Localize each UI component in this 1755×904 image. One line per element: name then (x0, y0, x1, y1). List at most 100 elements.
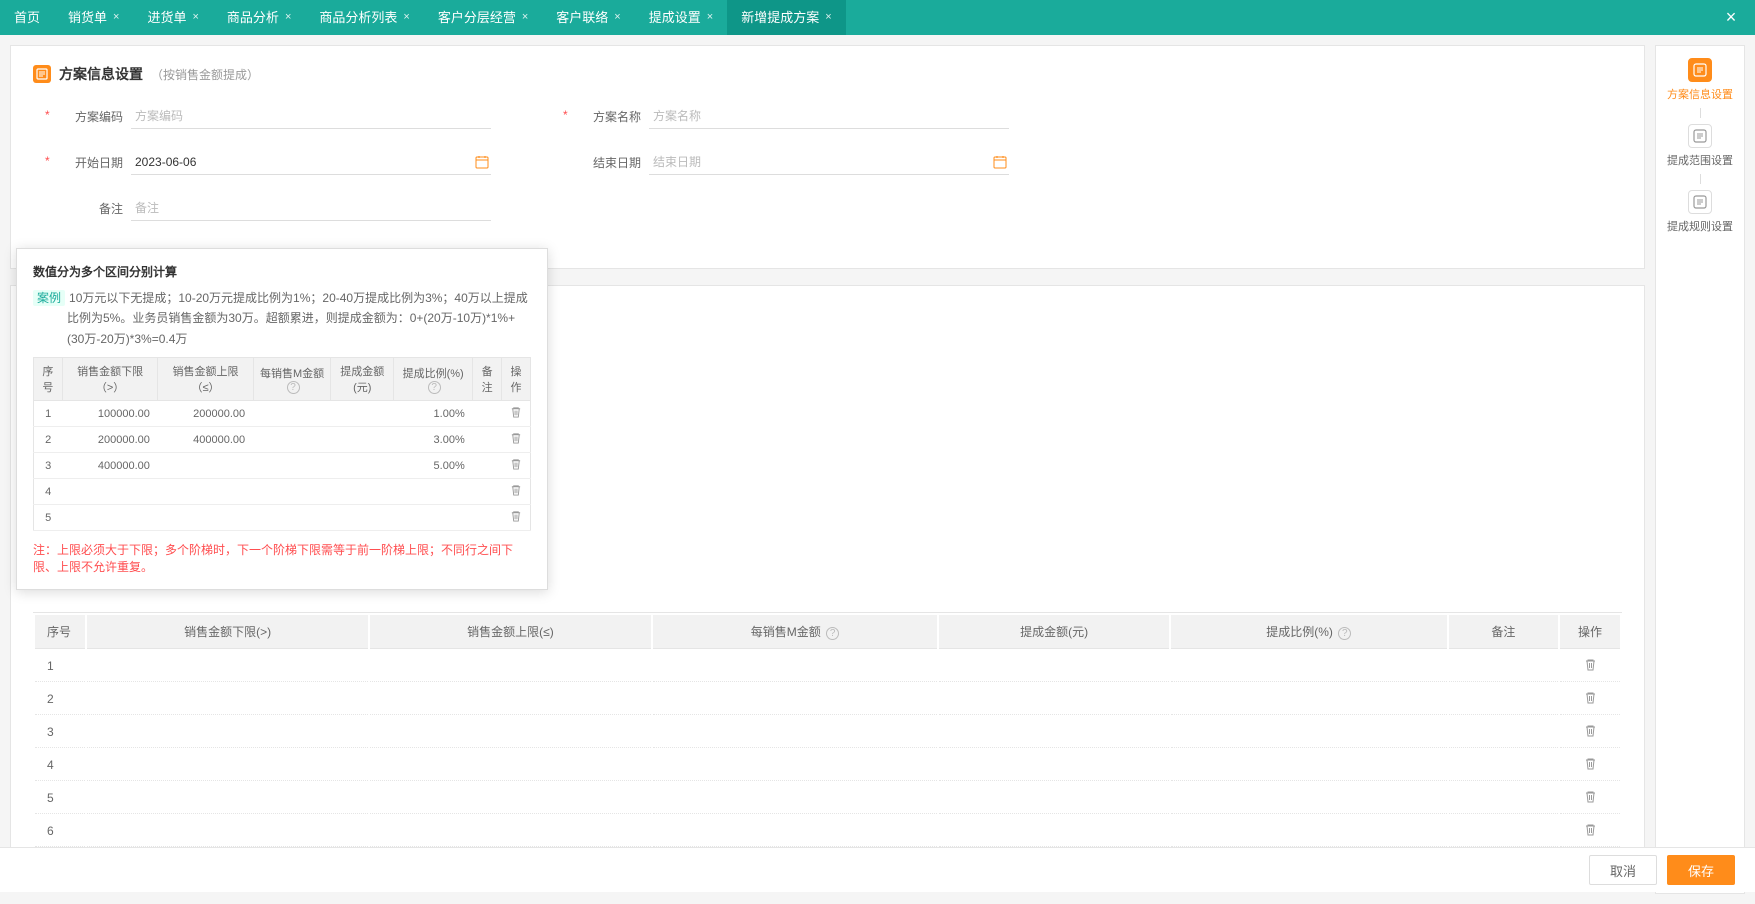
cell: 200000.00 (158, 401, 253, 427)
cell-seq: 2 (35, 684, 85, 715)
trash-icon[interactable] (510, 432, 522, 444)
cell[interactable] (939, 816, 1168, 847)
tab-新增提成方案[interactable]: 新增提成方案× (727, 0, 845, 35)
cell: 2 (34, 427, 63, 453)
cell[interactable] (939, 717, 1168, 748)
tab-商品分析[interactable]: 商品分析× (213, 0, 305, 35)
close-icon[interactable]: × (707, 0, 713, 35)
close-icon[interactable]: × (614, 0, 620, 35)
save-button[interactable]: 保存 (1667, 855, 1735, 885)
cell[interactable] (939, 684, 1168, 715)
commission-tiers-table: 序号销售金额下限(>)销售金额上限(≤)每销售M金额 ?提成金额(元)提成比例(… (33, 612, 1622, 849)
code-input[interactable] (131, 103, 491, 129)
cell[interactable] (939, 651, 1168, 682)
tab-客户分层经营[interactable]: 客户分层经营× (424, 0, 542, 35)
table-header: 每销售M金额 ? (653, 615, 938, 649)
cell (473, 401, 502, 427)
table-header: 操作 (502, 358, 531, 401)
calendar-icon[interactable] (475, 155, 489, 169)
trash-icon[interactable] (1584, 724, 1597, 737)
tab-提成设置[interactable]: 提成设置× (635, 0, 727, 35)
table-header: 销售金额下限(>) (87, 615, 368, 649)
cell: 200000.00 (62, 427, 158, 453)
start-date-input[interactable] (131, 149, 491, 175)
close-icon[interactable]: × (285, 0, 291, 35)
cell-seq: 3 (35, 717, 85, 748)
close-icon[interactable]: × (825, 0, 831, 35)
cell[interactable] (1449, 783, 1558, 814)
trash-icon[interactable] (1584, 757, 1597, 770)
calendar-icon[interactable] (993, 155, 1007, 169)
step-nav-item[interactable]: 提成范围设置 (1663, 122, 1737, 170)
trash-icon[interactable] (1584, 790, 1597, 803)
close-icon[interactable]: × (113, 0, 119, 35)
cell[interactable] (1449, 684, 1558, 715)
close-all-tabs-button[interactable]: × (1717, 0, 1745, 35)
cell[interactable] (1171, 684, 1447, 715)
cell[interactable] (1171, 651, 1447, 682)
cell[interactable] (1171, 783, 1447, 814)
step-nav-item[interactable]: 方案信息设置 (1663, 56, 1737, 104)
trash-icon[interactable] (510, 484, 522, 496)
cell[interactable] (653, 783, 938, 814)
cell[interactable] (1171, 717, 1447, 748)
cell[interactable] (370, 717, 650, 748)
close-icon[interactable]: × (522, 0, 528, 35)
cell[interactable] (87, 783, 368, 814)
table-row[interactable]: 1 (35, 651, 1620, 682)
tab-进货单[interactable]: 进货单× (133, 0, 212, 35)
cell[interactable] (653, 750, 938, 781)
cell[interactable] (939, 750, 1168, 781)
cell[interactable] (1449, 651, 1558, 682)
table-row[interactable]: 6 (35, 816, 1620, 847)
trash-icon[interactable] (510, 458, 522, 470)
tab-销货单[interactable]: 销货单× (54, 0, 133, 35)
table-row[interactable]: 2 (35, 684, 1620, 715)
tooltip-note: 注：上限必须大于下限；多个阶梯时，下一个阶梯下限需等于前一阶梯上限；不同行之间下… (33, 541, 531, 575)
cell[interactable] (370, 684, 650, 715)
cell[interactable] (370, 651, 650, 682)
close-icon[interactable]: × (192, 0, 198, 35)
trash-icon[interactable] (1584, 691, 1597, 704)
cell[interactable] (87, 750, 368, 781)
trash-icon[interactable] (510, 510, 522, 522)
table-row[interactable]: 4 (35, 750, 1620, 781)
step-nav-item[interactable]: 提成规则设置 (1663, 188, 1737, 236)
tooltip-description: 10万元以下无提成；10-20万元提成比例为1%；20-40万提成比例为3%；4… (67, 291, 528, 346)
cell[interactable] (1449, 717, 1558, 748)
help-icon[interactable]: ? (826, 627, 839, 640)
tab-客户联络[interactable]: 客户联络× (542, 0, 634, 35)
cell[interactable] (87, 651, 368, 682)
step-connector (1700, 174, 1701, 184)
table-row[interactable]: 3 (35, 717, 1620, 748)
cancel-button[interactable]: 取消 (1589, 855, 1657, 885)
cell[interactable] (1171, 816, 1447, 847)
trash-icon[interactable] (1584, 658, 1597, 671)
close-icon[interactable]: × (403, 0, 409, 35)
table-row[interactable]: 5 (35, 783, 1620, 814)
cell[interactable] (87, 684, 368, 715)
cell[interactable] (87, 816, 368, 847)
cell (253, 453, 331, 479)
tab-首页[interactable]: 首页 (0, 0, 54, 35)
cell[interactable] (653, 684, 938, 715)
remark-input[interactable] (131, 195, 491, 221)
help-icon[interactable]: ? (1338, 627, 1351, 640)
trash-icon[interactable] (1584, 823, 1597, 836)
name-input[interactable] (649, 103, 1009, 129)
cell[interactable] (1171, 750, 1447, 781)
name-label: 方案名称 (571, 108, 641, 125)
cell[interactable] (1449, 750, 1558, 781)
cell[interactable] (653, 717, 938, 748)
cell[interactable] (370, 750, 650, 781)
cell[interactable] (370, 783, 650, 814)
cell[interactable] (1449, 816, 1558, 847)
cell[interactable] (370, 816, 650, 847)
cell[interactable] (939, 783, 1168, 814)
trash-icon[interactable] (510, 406, 522, 418)
tab-商品分析列表[interactable]: 商品分析列表× (305, 0, 423, 35)
end-date-input[interactable] (649, 149, 1009, 175)
cell[interactable] (87, 717, 368, 748)
cell[interactable] (653, 651, 938, 682)
cell[interactable] (653, 816, 938, 847)
